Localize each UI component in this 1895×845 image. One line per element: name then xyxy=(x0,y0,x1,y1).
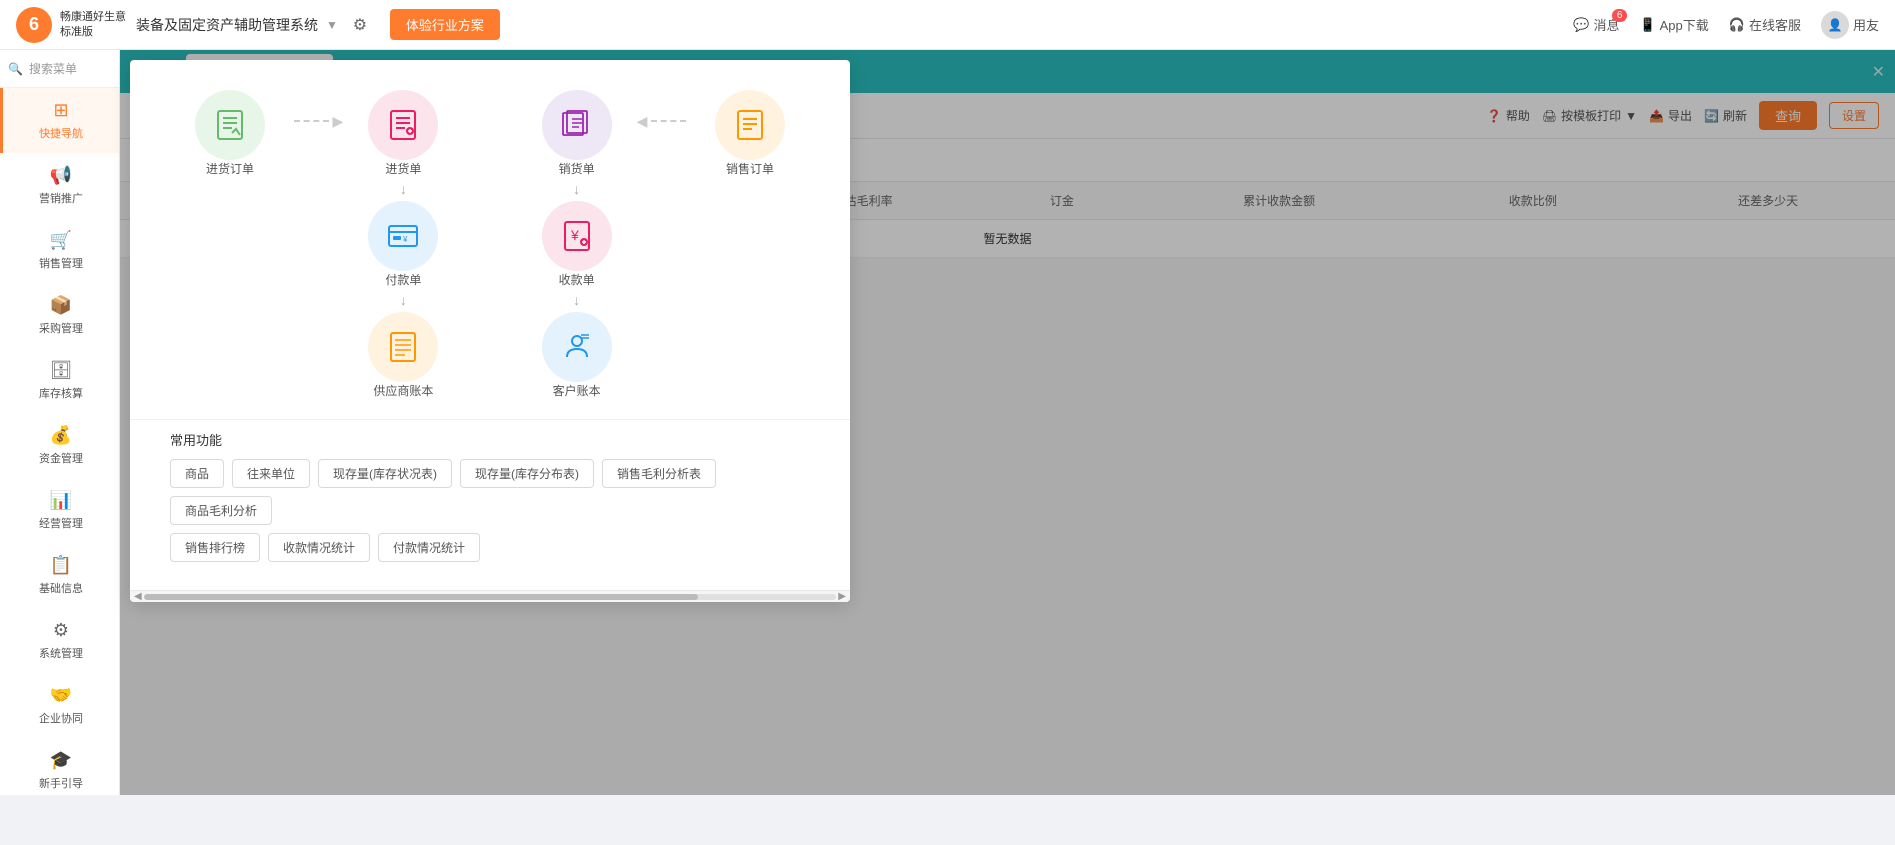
func-btns-row2: 销售排行榜 收款情况统计 付款情况统计 xyxy=(170,533,810,562)
modal-overlay: ▶ xyxy=(120,93,1895,795)
sidebar-item-newbie[interactable]: 🎓 新手引导 xyxy=(0,738,119,795)
svg-text:¥: ¥ xyxy=(570,227,579,243)
logo-icon: 6 xyxy=(16,7,52,43)
modal-box: ▶ xyxy=(130,93,850,602)
wf-node-sales-order xyxy=(690,93,810,160)
func-btn-product-profit[interactable]: 商品毛利分析 xyxy=(170,496,272,525)
sidebar-item-system[interactable]: ⚙ 系统管理 xyxy=(0,608,119,673)
sales-order-circle[interactable] xyxy=(715,93,785,160)
purchase-bill-label: 进货单 xyxy=(385,162,421,176)
logo-text: 畅康通好生意 标准版 xyxy=(60,10,126,39)
receipt-label: 收款单 xyxy=(559,273,595,287)
scrollbar-area: ◀ ▶ xyxy=(130,590,850,602)
wf-node-purchase-bill xyxy=(343,93,463,160)
purchase-order-circle[interactable] xyxy=(195,93,265,160)
wf-node-receipt: ¥ xyxy=(517,201,637,271)
common-funcs: 常用功能 商品 往来单位 现存量(库存状况表) 现存量(库存分布表) 销售毛利分… xyxy=(130,419,850,590)
download-icon: 📱 xyxy=(1639,17,1655,33)
message-btn[interactable]: 💬 消息 6 xyxy=(1573,15,1619,34)
inventory-icon: 🗄 xyxy=(50,360,73,381)
sidebar: 🔍 搜索菜单 ⊞ 快捷导航 📢 营销推广 🛒 销售管理 📦 采购管理 🗄 库存核… xyxy=(0,50,120,795)
service-icon: 🎧 xyxy=(1729,17,1745,33)
wf-node-customer-ledger xyxy=(517,312,637,382)
operation-icon: 📊 xyxy=(50,490,72,511)
purchase-order-label: 进货订单 xyxy=(206,162,254,176)
app-title-area: 装备及固定资产辅助管理系统 ▼ ⚙ 体验行业方案 xyxy=(136,9,1573,40)
sidebar-item-operation[interactable]: 📊 经营管理 xyxy=(0,478,119,543)
app-download-btn[interactable]: 📱 App下载 xyxy=(1639,15,1708,34)
coop-icon: 🤝 xyxy=(50,685,72,706)
settings-icon[interactable]: ⚙ xyxy=(346,11,374,39)
sidebar-item-quick-nav[interactable]: ⊞ 快捷导航 xyxy=(0,88,119,153)
scroll-right-icon[interactable]: ▶ xyxy=(838,591,846,602)
wf-node-payment: ¥ xyxy=(343,201,463,271)
sidebar-item-coop[interactable]: 🤝 企业协同 xyxy=(0,673,119,738)
svg-text:¥: ¥ xyxy=(402,235,408,244)
func-btn-stock-status[interactable]: 现存量(库存状况表) xyxy=(318,459,452,488)
online-service-btn[interactable]: 🎧 在线客服 xyxy=(1729,15,1801,34)
marketing-icon: 📢 xyxy=(50,165,72,186)
message-badge: 6 xyxy=(1612,9,1628,22)
finance-icon: 💰 xyxy=(50,425,72,446)
wf-node-purchase-order xyxy=(170,93,290,160)
content-area: 首页 销售订单执行表 ✕ ✕ ❓ 帮助 🖨 按模板打印 ▼ xyxy=(120,50,1895,795)
func-btn-stock-dist[interactable]: 现存量(库存分布表) xyxy=(460,459,594,488)
receipt-circle[interactable]: ¥ xyxy=(542,201,612,271)
sales-icon: 🛒 xyxy=(50,230,72,251)
logo-area: 6 畅康通好生意 标准版 xyxy=(16,7,136,43)
sales-bill-circle[interactable] xyxy=(542,93,612,160)
purchase-bill-circle[interactable] xyxy=(368,93,438,160)
sidebar-item-purchase[interactable]: 📦 采购管理 xyxy=(0,283,119,348)
sales-order-label: 销售订单 xyxy=(726,162,774,176)
purchase-icon: 📦 xyxy=(50,295,72,316)
quick-nav-icon: ⊞ xyxy=(53,100,68,121)
wf-node-supplier-ledger xyxy=(343,312,463,382)
sidebar-item-sales[interactable]: 🛒 销售管理 xyxy=(0,218,119,283)
func-btn-sales-rank[interactable]: 销售排行榜 xyxy=(170,533,260,562)
user-area[interactable]: 👤 用友 xyxy=(1821,11,1879,39)
basic-info-icon: 📋 xyxy=(50,555,72,576)
main-layout: 🔍 搜索菜单 ⊞ 快捷导航 📢 营销推广 🛒 销售管理 📦 采购管理 🗄 库存核… xyxy=(0,50,1895,795)
workflow-area: ▶ xyxy=(130,93,850,419)
func-btn-product[interactable]: 商品 xyxy=(170,459,224,488)
sidebar-item-marketing[interactable]: 📢 营销推广 xyxy=(0,153,119,218)
topbar-right: 💬 消息 6 📱 App下载 🎧 在线客服 👤 用友 xyxy=(1573,11,1879,39)
supplier-ledger-label: 供应商账本 xyxy=(373,384,433,398)
scroll-left-icon[interactable]: ◀ xyxy=(134,591,142,602)
customer-ledger-circle[interactable] xyxy=(542,312,612,382)
supplier-ledger-circle[interactable] xyxy=(368,312,438,382)
app-title: 装备及固定资产辅助管理系统 xyxy=(136,15,318,35)
wf-node-sales-bill xyxy=(517,93,637,160)
message-icon: 💬 xyxy=(1573,17,1589,33)
customer-ledger-label: 客户账本 xyxy=(553,384,601,398)
experience-btn[interactable]: 体验行业方案 xyxy=(390,9,500,40)
func-btn-contacts[interactable]: 往来单位 xyxy=(232,459,310,488)
topbar: 6 畅康通好生意 标准版 装备及固定资产辅助管理系统 ▼ ⚙ 体验行业方案 💬 … xyxy=(0,0,1895,50)
scrollbar-thumb xyxy=(144,594,698,600)
sidebar-item-finance[interactable]: 💰 资金管理 xyxy=(0,413,119,478)
sales-bill-label: 销货单 xyxy=(559,162,595,176)
search-icon: 🔍 xyxy=(8,62,23,76)
page-content: ❓ 帮助 🖨 按模板打印 ▼ 📤 导出 🔄 刷新 查询 设置 xyxy=(120,93,1895,795)
func-btn-payment-stats[interactable]: 付款情况统计 xyxy=(378,533,480,562)
app-dropdown-icon[interactable]: ▼ xyxy=(326,18,338,32)
func-btns-row1: 商品 往来单位 现存量(库存状况表) 现存量(库存分布表) 销售毛利分析表 商品… xyxy=(170,459,810,525)
sidebar-item-inventory[interactable]: 🗄 库存核算 xyxy=(0,348,119,413)
sidebar-item-basic-info[interactable]: 📋 基础信息 xyxy=(0,543,119,608)
scrollbar-track[interactable] xyxy=(144,594,837,600)
newbie-icon: 🎓 xyxy=(50,750,72,771)
func-btn-sales-profit[interactable]: 销售毛利分析表 xyxy=(602,459,716,488)
system-icon: ⚙ xyxy=(53,620,69,641)
func-btn-receipt-stats[interactable]: 收款情况统计 xyxy=(268,533,370,562)
payment-circle[interactable]: ¥ xyxy=(368,201,438,271)
sidebar-search[interactable]: 🔍 搜索菜单 xyxy=(0,50,119,88)
common-funcs-title: 常用功能 xyxy=(170,430,810,449)
user-avatar: 👤 xyxy=(1821,11,1849,39)
payment-label: 付款单 xyxy=(385,273,421,287)
